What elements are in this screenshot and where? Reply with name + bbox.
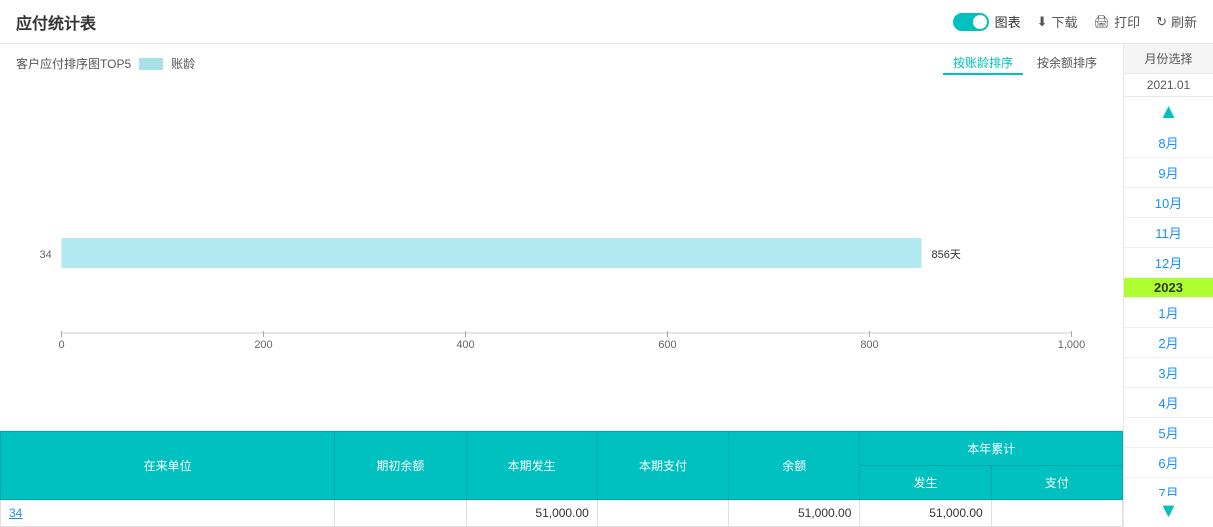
- print-button[interactable]: 🖨 打印: [1094, 12, 1141, 31]
- col-header-benfaqi: 本期发生: [466, 432, 597, 500]
- sidebar-month-1[interactable]: 1月: [1124, 298, 1213, 328]
- col-subheader-zhifu: 支付: [991, 466, 1122, 500]
- table-row: 34 51,000.00 51,000.00 51,000.00: [1, 500, 1123, 527]
- page-title: 应付统计表: [16, 10, 96, 34]
- sidebar-header: 月份选择: [1124, 44, 1213, 74]
- download-label: 下载: [1052, 12, 1078, 31]
- header-actions: 图表 ⬇ 下载 🖨 打印 ↻ 刷新: [953, 12, 1197, 31]
- sidebar-month-10[interactable]: 10月: [1124, 188, 1213, 218]
- sidebar-month-9[interactable]: 9月: [1124, 158, 1213, 188]
- sort-by-balance-button[interactable]: 按余额排序: [1027, 52, 1107, 75]
- row-name[interactable]: 34: [1, 500, 335, 527]
- chart-toggle-group: 图表: [953, 12, 1021, 31]
- col-header-name: 在来单位: [1, 432, 335, 500]
- sidebar-month-12[interactable]: 12月: [1124, 248, 1213, 278]
- row-qichu: [335, 500, 466, 527]
- table-section: 在来单位 期初余额 本期发生 本期支付 余额 本年累计 发生 支付: [0, 430, 1123, 527]
- data-table: 在来单位 期初余额 本期发生 本期支付 余额 本年累计 发生 支付: [0, 431, 1123, 527]
- sidebar-month-5[interactable]: 5月: [1124, 418, 1213, 448]
- app-container: 应付统计表 图表 ⬇ 下载 🖨 打印 ↻ 刷新: [0, 0, 1213, 527]
- print-icon: 🖨: [1094, 14, 1111, 30]
- chart-wrapper: 34 856天 0 200 400 600 800 1,000: [0, 83, 1123, 430]
- up-arrow-icon: ▲: [1159, 101, 1179, 124]
- print-label: 打印: [1114, 12, 1140, 31]
- row-nianzhifu: [991, 500, 1122, 527]
- sidebar-month-list: 8月 9月 10月 11月 12月 2023 1月 2月 3月 4月 5月 6月…: [1124, 128, 1213, 496]
- sidebar-month-11[interactable]: 11月: [1124, 218, 1213, 248]
- svg-text:600: 600: [658, 339, 676, 351]
- y-axis-label: 34: [40, 249, 52, 261]
- sidebar-month-7[interactable]: 7月: [1124, 478, 1213, 496]
- download-icon: ⬇: [1037, 14, 1048, 30]
- chart-sort-btns: 按账龄排序 按余额排序: [943, 52, 1107, 75]
- chart-toggle[interactable]: [953, 13, 989, 31]
- row-yue: 51,000.00: [729, 500, 860, 527]
- header: 应付统计表 图表 ⬇ 下载 🖨 打印 ↻ 刷新: [0, 0, 1213, 44]
- sidebar-year-marker: 2023: [1124, 278, 1213, 298]
- sidebar-month-6[interactable]: 6月: [1124, 448, 1213, 478]
- table-header-row: 在来单位 期初余额 本期发生 本期支付 余额 本年累计: [1, 432, 1123, 466]
- download-button[interactable]: ⬇ 下载: [1037, 12, 1078, 31]
- sidebar-month-4[interactable]: 4月: [1124, 388, 1213, 418]
- svg-text:800: 800: [860, 339, 878, 351]
- row-benfaqi: 51,000.00: [466, 500, 597, 527]
- refresh-icon: ↻: [1156, 14, 1167, 30]
- sidebar-year-display: 2021.01: [1124, 74, 1213, 97]
- row-benzhifu: [597, 500, 728, 527]
- col-header-nianlei: 本年累计: [860, 432, 1123, 466]
- down-arrow-icon: ▼: [1159, 500, 1179, 523]
- chart-toggle-label: 图表: [995, 12, 1021, 31]
- chart-legend: 客户应付排序图TOP5 账龄: [16, 55, 195, 72]
- sidebar-month-3[interactable]: 3月: [1124, 358, 1213, 388]
- legend-text: 客户应付排序图TOP5: [16, 55, 131, 72]
- bar-value-label: 856天: [932, 249, 961, 261]
- svg-text:200: 200: [254, 339, 272, 351]
- refresh-label: 刷新: [1171, 12, 1197, 31]
- col-header-yue: 余额: [729, 432, 860, 500]
- bar-rect: [62, 238, 922, 268]
- sidebar: 月份选择 2021.01 ▲ 8月 9月 10月 11月 12月 2023 1月…: [1123, 44, 1213, 527]
- svg-text:400: 400: [456, 339, 474, 351]
- sidebar-month-2[interactable]: 2月: [1124, 328, 1213, 358]
- svg-text:0: 0: [58, 339, 64, 351]
- chart-svg-area: 34 856天 0 200 400 600 800 1,000: [16, 83, 1107, 363]
- row-nianfaqi: 51,000.00: [860, 500, 991, 527]
- svg-text:1,000: 1,000: [1058, 339, 1086, 351]
- sort-by-age-button[interactable]: 按账龄排序: [943, 52, 1023, 75]
- sidebar-up-button[interactable]: ▲: [1124, 97, 1213, 128]
- table-wrapper: 在来单位 期初余额 本期发生 本期支付 余额 本年累计 发生 支付: [0, 431, 1123, 527]
- sidebar-month-8[interactable]: 8月: [1124, 128, 1213, 158]
- sidebar-down-button[interactable]: ▼: [1124, 496, 1213, 527]
- chart-top: 客户应付排序图TOP5 账龄 按账龄排序 按余额排序: [0, 44, 1123, 83]
- refresh-button[interactable]: ↻ 刷新: [1156, 12, 1197, 31]
- main-content: 客户应付排序图TOP5 账龄 按账龄排序 按余额排序 34: [0, 44, 1213, 527]
- col-header-qichu: 期初余额: [335, 432, 466, 500]
- chart-section: 客户应付排序图TOP5 账龄 按账龄排序 按余额排序 34: [0, 44, 1123, 527]
- col-header-benzhifu: 本期支付: [597, 432, 728, 500]
- legend-box: [139, 58, 163, 70]
- legend-box-label: 账龄: [171, 55, 195, 72]
- bar-chart-svg: 34 856天 0 200 400 600 800 1,000: [16, 83, 1107, 363]
- col-subheader-faqi: 发生: [860, 466, 991, 500]
